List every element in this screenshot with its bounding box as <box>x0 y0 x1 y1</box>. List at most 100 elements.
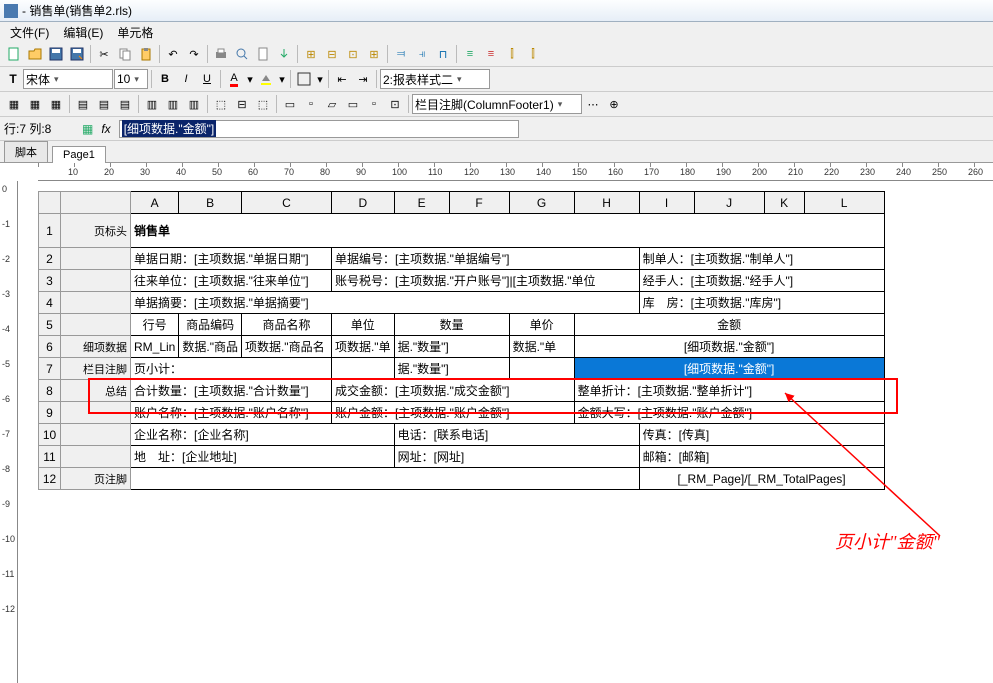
section-dropdown[interactable]: 栏目注脚(ColumnFooter1) <box>412 94 582 114</box>
col-E[interactable]: E <box>394 192 449 214</box>
group2-icon[interactable]: ⊟ <box>322 44 342 64</box>
font-color-icon[interactable]: A <box>224 69 244 89</box>
menu-file[interactable]: 文件(F) <box>4 22 55 43</box>
align-mid-right-icon[interactable]: ▤ <box>115 94 135 114</box>
paste-icon[interactable] <box>136 44 156 64</box>
align-top-right-icon[interactable]: ▦ <box>46 94 66 114</box>
menu-cell[interactable]: 单元格 <box>111 22 159 43</box>
merge3-icon[interactable]: ⊓ <box>433 44 453 64</box>
section-action1-icon[interactable]: ⋯ <box>583 94 603 114</box>
page-setup-icon[interactable] <box>253 44 273 64</box>
insert-row-icon[interactable]: ≡ <box>460 44 480 64</box>
row-10[interactable]: 10 企业名称：[企业名称] 电话：[联系电话] 传真：[传真] <box>39 424 885 446</box>
corner-cell[interactable] <box>39 192 61 214</box>
formula-text: [细项数据."金额"] <box>122 120 217 137</box>
align-bot-left-icon[interactable]: ▥ <box>142 94 162 114</box>
italic-icon[interactable]: I <box>176 69 196 89</box>
decrease-indent-icon[interactable]: ⇥ <box>353 69 373 89</box>
row-8[interactable]: 8 总结 合计数量：[主项数据."合计数量"] 成交金额：[主项数据."成交金额… <box>39 380 885 402</box>
col-C[interactable]: C <box>241 192 331 214</box>
bold-icon[interactable]: B <box>155 69 175 89</box>
align-bot-center-icon[interactable]: ▥ <box>163 94 183 114</box>
formula-input[interactable]: [细项数据."金额"] <box>119 120 519 138</box>
col-D[interactable]: D <box>331 192 394 214</box>
row-1[interactable]: 1 页标头 销售单 <box>39 214 885 248</box>
col-J[interactable]: J <box>694 192 764 214</box>
insert-col-icon[interactable]: ⫿ <box>502 44 522 64</box>
saveas-icon[interactable] <box>67 44 87 64</box>
fill-color-dropdown-icon[interactable]: ▾ <box>277 69 287 89</box>
undo-icon[interactable]: ↶ <box>163 44 183 64</box>
tbtn-misc1-icon[interactable]: ▭ <box>280 94 300 114</box>
tbtn-misc5-icon[interactable]: ▫ <box>364 94 384 114</box>
merge-cells-icon[interactable]: ⬚ <box>211 94 231 114</box>
row-12[interactable]: 12 页注脚 [_RM_Page]/[_RM_TotalPages] <box>39 468 885 490</box>
fx-label[interactable]: fx <box>101 122 110 136</box>
menu-edit[interactable]: 编辑(E) <box>57 22 109 43</box>
merge-across-icon[interactable]: ⬚ <box>253 94 273 114</box>
col-K[interactable]: K <box>764 192 804 214</box>
col-L[interactable]: L <box>804 192 884 214</box>
font-color-dropdown-icon[interactable]: ▾ <box>245 69 255 89</box>
row-7[interactable]: 7 栏目注脚 页小计： 据."数量"] [细项数据."金额"] <box>39 358 885 380</box>
align-bot-right-icon[interactable]: ▥ <box>184 94 204 114</box>
report-grid[interactable]: A B C D E F G H I J K L 1 页标头 销售单 2 <box>38 191 885 490</box>
tbtn-misc3-icon[interactable]: ▱ <box>322 94 342 114</box>
border-icon[interactable] <box>294 69 314 89</box>
tbtn-misc2-icon[interactable]: ▫ <box>301 94 321 114</box>
row-11[interactable]: 11 地 址：[企业地址] 网址：[网址] 邮箱：[邮箱] <box>39 446 885 468</box>
delete-row-icon[interactable]: ≡ <box>481 44 501 64</box>
fill-color-icon[interactable] <box>256 69 276 89</box>
redo-icon[interactable]: ↷ <box>184 44 204 64</box>
font-name-dropdown[interactable]: 宋体 <box>23 69 113 89</box>
new-icon[interactable] <box>4 44 24 64</box>
col-G[interactable]: G <box>509 192 574 214</box>
style-dropdown[interactable]: 2:报表样式二 <box>380 69 490 89</box>
save-icon[interactable] <box>46 44 66 64</box>
tbtn-misc6-icon[interactable]: ⊡ <box>385 94 405 114</box>
export-icon[interactable] <box>274 44 294 64</box>
tab-page1[interactable]: Page1 <box>52 146 106 163</box>
font-prefix-icon: T <box>4 72 22 86</box>
align-top-center-icon[interactable]: ▦ <box>25 94 45 114</box>
row-4[interactable]: 4 单据摘要：[主项数据."单据摘要"] 库 房：[主项数据."库房"] <box>39 292 885 314</box>
underline-icon[interactable]: U <box>197 69 217 89</box>
design-sheet: A B C D E F G H I J K L 1 页标头 销售单 2 <box>38 191 983 683</box>
print-icon[interactable] <box>211 44 231 64</box>
split-cells-icon[interactable]: ⊟ <box>232 94 252 114</box>
col-I[interactable]: I <box>639 192 694 214</box>
delete-col-icon[interactable]: ⫿ <box>523 44 543 64</box>
title-cell[interactable]: 销售单 <box>131 214 885 248</box>
copy-icon[interactable] <box>115 44 135 64</box>
row-3[interactable]: 3 往来单位：[主项数据."往来单位"] 账号税号：[主项数据."开户账号"]|… <box>39 270 885 292</box>
row-5[interactable]: 5 行号 商品编码 商品名称 单位 数量 单价 金额 <box>39 314 885 336</box>
merge2-icon[interactable]: ⫣ <box>412 44 432 64</box>
border-dropdown-icon[interactable]: ▾ <box>315 69 325 89</box>
col-H[interactable]: H <box>574 192 639 214</box>
col-B[interactable]: B <box>179 192 242 214</box>
cut-icon[interactable]: ✂ <box>94 44 114 64</box>
group3-icon[interactable]: ⊡ <box>343 44 363 64</box>
row-2[interactable]: 2 单据日期：[主项数据."单据日期"] 单据编号：[主项数据."单据编号"] … <box>39 248 885 270</box>
align-mid-left-icon[interactable]: ▤ <box>73 94 93 114</box>
tbtn-misc4-icon[interactable]: ▭ <box>343 94 363 114</box>
section-action2-icon[interactable]: ⊕ <box>604 94 624 114</box>
app-icon <box>4 4 18 18</box>
merge1-icon[interactable]: ⫤ <box>391 44 411 64</box>
formula-icon[interactable]: ▦ <box>82 122 93 136</box>
tab-script[interactable]: 脚本 <box>4 141 48 162</box>
increase-indent-icon[interactable]: ⇤ <box>332 69 352 89</box>
preview-icon[interactable] <box>232 44 252 64</box>
col-F[interactable]: F <box>449 192 509 214</box>
selected-cell[interactable]: [细项数据."金额"] <box>574 358 884 380</box>
col-A[interactable]: A <box>131 192 179 214</box>
row-9[interactable]: 9 账户名称：[主项数据."账户名称"] 账户金额：[主项数据."账户金额"] … <box>39 402 885 424</box>
group1-icon[interactable]: ⊞ <box>301 44 321 64</box>
open-icon[interactable] <box>25 44 45 64</box>
row-6[interactable]: 6 细项数据 RM_Lin 数据."商品 项数据."商品名 项数据."单 据."… <box>39 336 885 358</box>
font-size-dropdown[interactable]: 10 <box>114 69 148 89</box>
group4-icon[interactable]: ⊞ <box>364 44 384 64</box>
align-mid-center-icon[interactable]: ▤ <box>94 94 114 114</box>
menu-bar: 文件(F) 编辑(E) 单元格 <box>0 22 993 42</box>
align-top-left-icon[interactable]: ▦ <box>4 94 24 114</box>
